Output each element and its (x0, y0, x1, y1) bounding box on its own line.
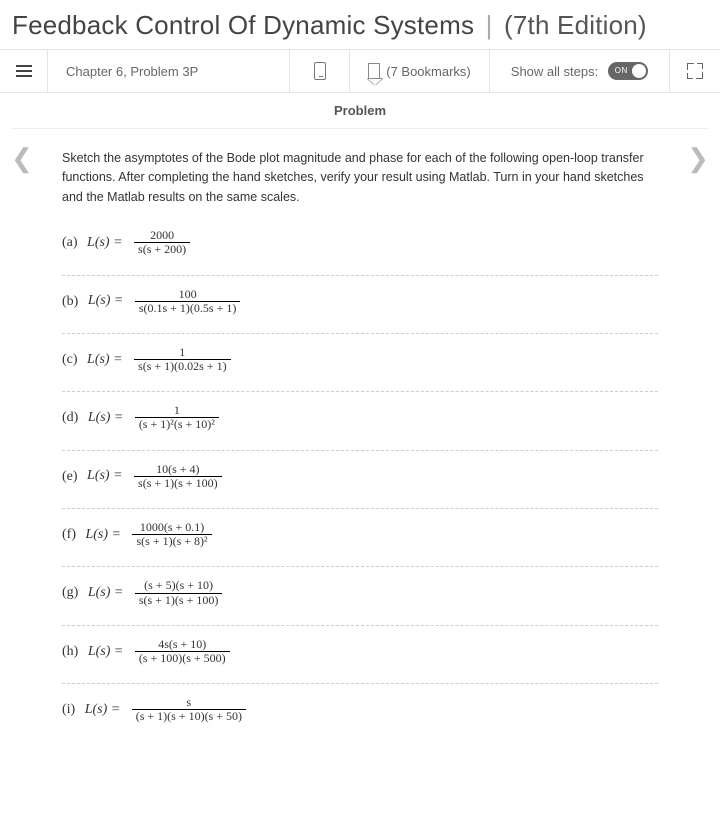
fraction: 4s(s + 10) (s + 100)(s + 500) (135, 638, 230, 665)
list-item: (d) L(s) = 1 (s + 1)²(s + 10)² (62, 392, 658, 450)
item-label: (b) (62, 293, 78, 308)
item-label: (g) (62, 585, 78, 600)
expand-icon (687, 63, 703, 79)
denominator: s(s + 1)(s + 100) (135, 593, 223, 607)
menu-button[interactable] (0, 50, 48, 92)
item-label: (c) (62, 352, 78, 367)
fraction: 1 (s + 1)²(s + 10)² (135, 404, 219, 431)
page-title: Feedback Control Of Dynamic Systems | (7… (0, 0, 720, 49)
numerator: s (132, 696, 246, 709)
list-item: (g) L(s) = (s + 5)(s + 10) s(s + 1)(s + … (62, 567, 658, 625)
numerator: 4s(s + 10) (135, 638, 230, 651)
title-separator: | (482, 10, 497, 40)
denominator: s(s + 1)(s + 8)² (132, 534, 211, 548)
item-label: (h) (62, 644, 78, 659)
chapter-text: Chapter 6, Problem 3P (66, 64, 198, 79)
item-lhs: L(s) = (81, 235, 127, 250)
show-steps-cell: Show all steps: ON (490, 50, 670, 92)
numerator: 1 (134, 346, 231, 359)
bookmark-icon (368, 63, 380, 79)
fraction: 10(s + 4) s(s + 1)(s + 100) (134, 463, 222, 490)
fraction: 2000 s(s + 200) (134, 229, 190, 256)
prev-problem-button[interactable]: ❮ (4, 129, 40, 174)
show-steps-toggle[interactable]: ON (608, 62, 648, 80)
item-lhs: L(s) = (81, 352, 127, 367)
denominator: (s + 1)(s + 10)(s + 50) (132, 709, 246, 723)
fraction: (s + 5)(s + 10) s(s + 1)(s + 100) (135, 579, 223, 606)
numerator: 2000 (134, 229, 190, 242)
problem-heading: Problem (12, 93, 708, 129)
denominator: s(s + 1)(s + 100) (134, 476, 222, 490)
item-lhs: L(s) = (79, 702, 125, 717)
device-button[interactable] (290, 50, 350, 92)
problem-intro: Sketch the asymptotes of the Bode plot m… (62, 149, 658, 207)
list-item: (f) L(s) = 1000(s + 0.1) s(s + 1)(s + 8)… (62, 509, 658, 567)
denominator: s(0.1s + 1)(0.5s + 1) (135, 301, 241, 315)
denominator: (s + 1)²(s + 10)² (135, 417, 219, 431)
list-item: (b) L(s) = 100 s(0.1s + 1)(0.5s + 1) (62, 276, 658, 334)
denominator: s(s + 200) (134, 242, 190, 256)
list-item: (h) L(s) = 4s(s + 10) (s + 100)(s + 500) (62, 626, 658, 684)
list-item: (i) L(s) = s (s + 1)(s + 10)(s + 50) (62, 684, 658, 741)
menu-icon (16, 62, 32, 80)
device-icon (314, 62, 326, 80)
list-item: (a) L(s) = 2000 s(s + 200) (62, 217, 658, 275)
numerator: 10(s + 4) (134, 463, 222, 476)
item-label: (d) (62, 410, 78, 425)
title-text: Feedback Control Of Dynamic Systems (12, 10, 474, 40)
toolbar: Chapter 6, Problem 3P (7 Bookmarks) Show… (0, 49, 720, 93)
item-lhs: L(s) = (82, 585, 128, 600)
next-problem-button[interactable]: ❯ (680, 129, 716, 174)
item-lhs: L(s) = (82, 293, 128, 308)
item-label: (i) (62, 702, 75, 717)
content-row: ❮ Sketch the asymptotes of the Bode plot… (0, 129, 720, 752)
expand-button[interactable] (670, 50, 720, 92)
item-label: (a) (62, 235, 78, 250)
chevron-left-icon: ❮ (11, 143, 33, 174)
chapter-label: Chapter 6, Problem 3P (48, 50, 290, 92)
fraction: 1000(s + 0.1) s(s + 1)(s + 8)² (132, 521, 211, 548)
item-lhs: L(s) = (81, 468, 127, 483)
chevron-right-icon: ❯ (687, 143, 709, 174)
item-lhs: L(s) = (82, 410, 128, 425)
fraction: 1 s(s + 1)(0.02s + 1) (134, 346, 231, 373)
item-lhs: L(s) = (82, 644, 128, 659)
numerator: (s + 5)(s + 10) (135, 579, 223, 592)
numerator: 100 (135, 288, 241, 301)
list-item: (e) L(s) = 10(s + 4) s(s + 1)(s + 100) (62, 451, 658, 509)
bookmark-count: (7 Bookmarks) (386, 64, 471, 79)
switch-label: ON (612, 66, 630, 75)
fraction: 100 s(0.1s + 1)(0.5s + 1) (135, 288, 241, 315)
numerator: 1 (135, 404, 219, 417)
list-item: (c) L(s) = 1 s(s + 1)(0.02s + 1) (62, 334, 658, 392)
denominator: s(s + 1)(0.02s + 1) (134, 359, 231, 373)
title-edition: (7th Edition) (504, 10, 647, 40)
bookmark-button[interactable]: (7 Bookmarks) (350, 50, 490, 92)
item-lhs: L(s) = (79, 527, 125, 542)
denominator: (s + 100)(s + 500) (135, 651, 230, 665)
numerator: 1000(s + 0.1) (132, 521, 211, 534)
show-steps-label: Show all steps: (511, 64, 598, 79)
item-label: (f) (62, 527, 76, 542)
problem-body: Sketch the asymptotes of the Bode plot m… (40, 129, 680, 752)
item-label: (e) (62, 468, 78, 483)
fraction: s (s + 1)(s + 10)(s + 50) (132, 696, 246, 723)
